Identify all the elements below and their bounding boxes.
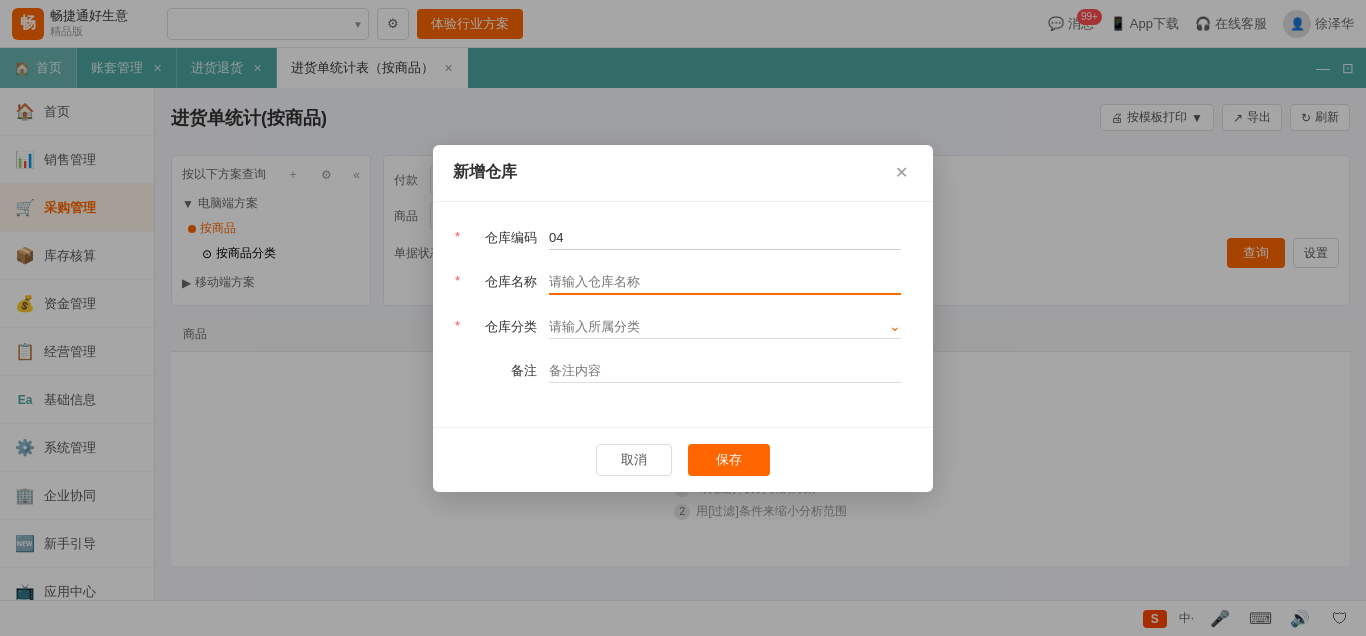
form-row-name: 仓库名称 [465, 270, 901, 295]
modal-backdrop: 新增仓库 ✕ 仓库编码 仓库名称 仓库分类 ⌄ 备注 [0, 0, 1366, 636]
category-input[interactable] [549, 315, 889, 338]
cancel-button[interactable]: 取消 [596, 444, 672, 476]
modal-body: 仓库编码 仓库名称 仓库分类 ⌄ 备注 [433, 202, 933, 427]
remark-input[interactable] [549, 359, 901, 383]
form-row-category: 仓库分类 ⌄ [465, 315, 901, 339]
modal-title: 新增仓库 [453, 162, 517, 183]
name-label: 仓库名称 [465, 273, 537, 291]
remark-label: 备注 [465, 362, 537, 380]
name-input[interactable] [549, 270, 901, 295]
form-row-code: 仓库编码 [465, 226, 901, 250]
save-button[interactable]: 保存 [688, 444, 770, 476]
modal-header: 新增仓库 ✕ [433, 145, 933, 202]
modal-close-button[interactable]: ✕ [889, 161, 913, 185]
code-input[interactable] [549, 226, 901, 250]
code-label: 仓库编码 [465, 229, 537, 247]
category-label: 仓库分类 [465, 318, 537, 336]
add-warehouse-modal: 新增仓库 ✕ 仓库编码 仓库名称 仓库分类 ⌄ 备注 [433, 145, 933, 492]
modal-footer: 取消 保存 [433, 427, 933, 492]
category-dropdown-icon[interactable]: ⌄ [889, 318, 901, 334]
form-row-remark: 备注 [465, 359, 901, 383]
category-select-wrap[interactable]: ⌄ [549, 315, 901, 339]
